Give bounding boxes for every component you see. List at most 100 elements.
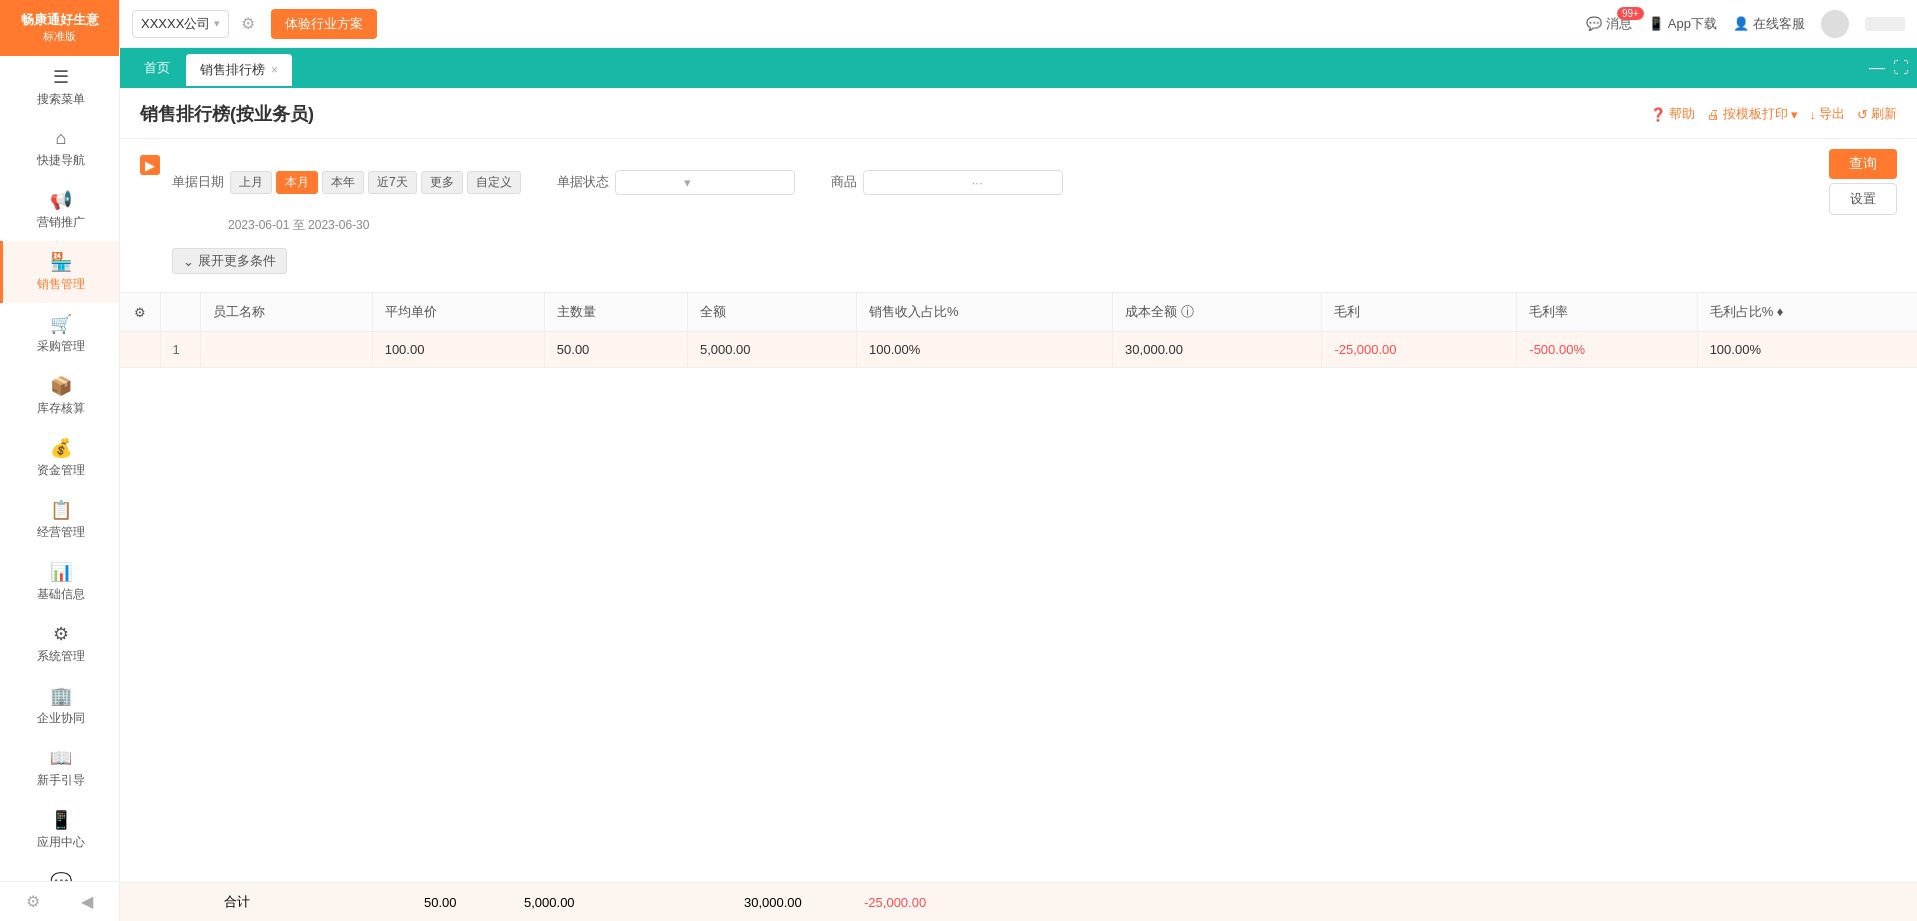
help-label: 帮助 (1669, 105, 1695, 123)
sidebar-item-wechat[interactable]: 💬 企业微信 (0, 861, 119, 881)
page-title-row: 销售排行榜(按业务员) ❓ 帮助 🖨 按模板打印 ▾ ↓ 导出 (140, 102, 1897, 126)
sidebar-item-sales[interactable]: 🏪 销售管理 (0, 241, 119, 303)
export-label: 导出 (1819, 105, 1845, 123)
template-print-label: 按模板打印 (1723, 105, 1788, 123)
sidebar-item-operation[interactable]: 📋 经营管理 (0, 489, 119, 551)
topbar-right: 💬 消息 99+ 📱 App下载 👤 在线客服 (1586, 10, 1905, 38)
trial-button[interactable]: 体验行业方案 (271, 9, 377, 39)
date-this-year-btn[interactable]: 本年 (322, 171, 364, 194)
col-settings-icon[interactable]: ⚙ (134, 305, 146, 320)
col-cost: 成本全额 ⓘ (1113, 293, 1322, 332)
help-button[interactable]: ❓ 帮助 (1650, 105, 1695, 123)
status-filter-label: 单据状态 (557, 173, 609, 191)
sidebar-shortcut-icon: ⌂ (56, 128, 67, 149)
sidebar-marketing-label: 营销推广 (37, 214, 85, 231)
template-print-button[interactable]: 🖨 按模板打印 ▾ (1707, 105, 1798, 123)
cell-settings (120, 332, 160, 368)
company-name: XXXXX公司 (141, 15, 210, 33)
sidebar-item-corp[interactable]: 🏢 企业协同 (0, 675, 119, 737)
footer-qty: 50.00 (412, 895, 512, 910)
date-current-month-btn[interactable]: 本月 (276, 171, 318, 194)
tab-minimize-icon[interactable]: — (1869, 59, 1885, 77)
topbar-app-button[interactable]: 📱 App下载 (1648, 15, 1717, 33)
col-avg-price: 平均单价 (372, 293, 544, 332)
sidebar-apps-icon: 📱 (50, 809, 72, 831)
sidebar-collapse-icon[interactable]: ◀ (81, 892, 93, 911)
sidebar-item-shortcut[interactable]: ⌂ 快捷导航 (0, 118, 119, 179)
sidebar-apps-label: 应用中心 (37, 834, 85, 851)
date-7days-btn[interactable]: 近7天 (368, 171, 417, 194)
message-icon: 💬 (1586, 16, 1602, 31)
sidebar-item-purchase[interactable]: 🛒 采购管理 (0, 303, 119, 365)
sidebar-guide-label: 新手引导 (37, 772, 85, 789)
footer-gross: -25,000.00 (852, 895, 952, 910)
cell-gross: -25,000.00 (1322, 332, 1517, 368)
date-custom-btn[interactable]: 自定义 (467, 171, 521, 194)
topbar-service-button[interactable]: 👤 在线客服 (1733, 15, 1805, 33)
sidebar-sales-icon: 🏪 (50, 251, 72, 273)
col-settings[interactable]: ⚙ (120, 293, 160, 332)
status-select-arrow-icon: ▾ (684, 175, 691, 190)
sales-table: ⚙ 员工名称 平均单价 主数量 (120, 293, 1917, 368)
sidebar-item-guide[interactable]: 📖 新手引导 (0, 737, 119, 799)
col-sales-pct: 销售收入占比% (856, 293, 1112, 332)
app-logo: 畅康通好生意 标准版 (0, 0, 119, 56)
chevron-down-icon: ▾ (214, 17, 220, 30)
expand-conditions-button[interactable]: ⌄ 展开更多条件 (172, 248, 287, 274)
logo-line1: 畅康通好生意 (21, 12, 99, 29)
cell-amount: 5,000.00 (687, 332, 856, 368)
print-chevron-icon: ▾ (1791, 107, 1798, 122)
page-title: 销售排行榜(按业务员) (140, 102, 314, 126)
topbar: XXXXX公司 ▾ ⚙ 体验行业方案 💬 消息 99+ 📱 App下载 👤 在线… (120, 0, 1917, 48)
query-button[interactable]: 查询 (1829, 149, 1897, 179)
query-actions: 查询 设置 (1829, 149, 1897, 215)
topbar-gear-icon[interactable]: ⚙ (241, 14, 255, 33)
company-select[interactable]: XXXXX公司 ▾ (132, 10, 229, 38)
table-body: 1 100.00 50.00 (120, 332, 1917, 368)
sidebar-item-system[interactable]: ⚙ 系统管理 (0, 613, 119, 675)
sidebar-system-label: 系统管理 (37, 648, 85, 665)
service-icon: 👤 (1733, 16, 1749, 31)
main-area: XXXXX公司 ▾ ⚙ 体验行业方案 💬 消息 99+ 📱 App下载 👤 在线… (120, 0, 1917, 921)
refresh-button[interactable]: ↺ 刷新 (1857, 105, 1897, 123)
cell-gross-rate: -500.00% (1517, 332, 1697, 368)
user-avatar[interactable] (1821, 10, 1849, 38)
filter-toggle-icon[interactable]: ▶ (140, 155, 160, 175)
page-header: 销售排行榜(按业务员) ❓ 帮助 🖨 按模板打印 ▾ ↓ 导出 (120, 88, 1917, 139)
date-prev-month-btn[interactable]: 上月 (230, 171, 272, 194)
sidebar-search-label: 搜索菜单 (37, 91, 85, 108)
goods-select[interactable]: ··· (863, 170, 1063, 195)
status-filter-group: 单据状态 ▾ (557, 170, 795, 195)
more-conditions-row: ⌄ 展开更多条件 (172, 240, 1897, 282)
sidebar-corp-label: 企业协同 (37, 710, 85, 727)
sidebar-sales-label: 销售管理 (37, 276, 85, 293)
topbar-message-button[interactable]: 💬 消息 99+ (1586, 15, 1632, 33)
sidebar-system-icon: ⚙ (53, 623, 69, 645)
sidebar-item-basic[interactable]: 📊 基础信息 (0, 551, 119, 613)
sidebar-item-marketing[interactable]: 📢 营销推广 (0, 179, 119, 241)
table-container[interactable]: ⚙ 员工名称 平均单价 主数量 (120, 293, 1917, 882)
tab-home[interactable]: 首页 (128, 48, 186, 88)
sidebar-settings-icon[interactable]: ⚙ (26, 892, 40, 911)
sidebar-finance-icon: 💰 (50, 437, 72, 459)
content-area: 销售排行榜(按业务员) ❓ 帮助 🖨 按模板打印 ▾ ↓ 导出 (120, 88, 1917, 921)
print-icon: 🖨 (1707, 107, 1720, 122)
status-select[interactable]: ▾ (615, 170, 795, 195)
filter-settings-button[interactable]: 设置 (1829, 183, 1897, 215)
date-filter-group: 单据日期 上月 本月 本年 近7天 更多 自定义 (172, 171, 521, 194)
date-more-btn[interactable]: 更多 (421, 171, 463, 194)
col-gross-rate: 毛利率 (1517, 293, 1697, 332)
sidebar-item-search[interactable]: ☰ 搜索菜单 (0, 56, 119, 118)
tab-fullscreen-icon[interactable]: ⛶ (1893, 59, 1909, 77)
sidebar-item-apps[interactable]: 📱 应用中心 (0, 799, 119, 861)
sidebar-item-inventory[interactable]: 📦 库存核算 (0, 365, 119, 427)
tab-close-icon[interactable]: × (271, 63, 278, 77)
sidebar-item-finance[interactable]: 💰 资金管理 (0, 427, 119, 489)
date-filter-label: 单据日期 (172, 173, 224, 191)
sidebar-basic-label: 基础信息 (37, 586, 85, 603)
tab-sales-ranking[interactable]: 销售排行榜 × (186, 54, 292, 86)
cell-sales-pct: 100.00% (856, 332, 1112, 368)
export-button[interactable]: ↓ 导出 (1810, 105, 1846, 123)
sidebar-nav: ☰ 搜索菜单 ⌂ 快捷导航 📢 营销推广 🏪 销售管理 🛒 采购管理 📦 库存核… (0, 56, 119, 881)
col-gross: 毛利 (1322, 293, 1517, 332)
